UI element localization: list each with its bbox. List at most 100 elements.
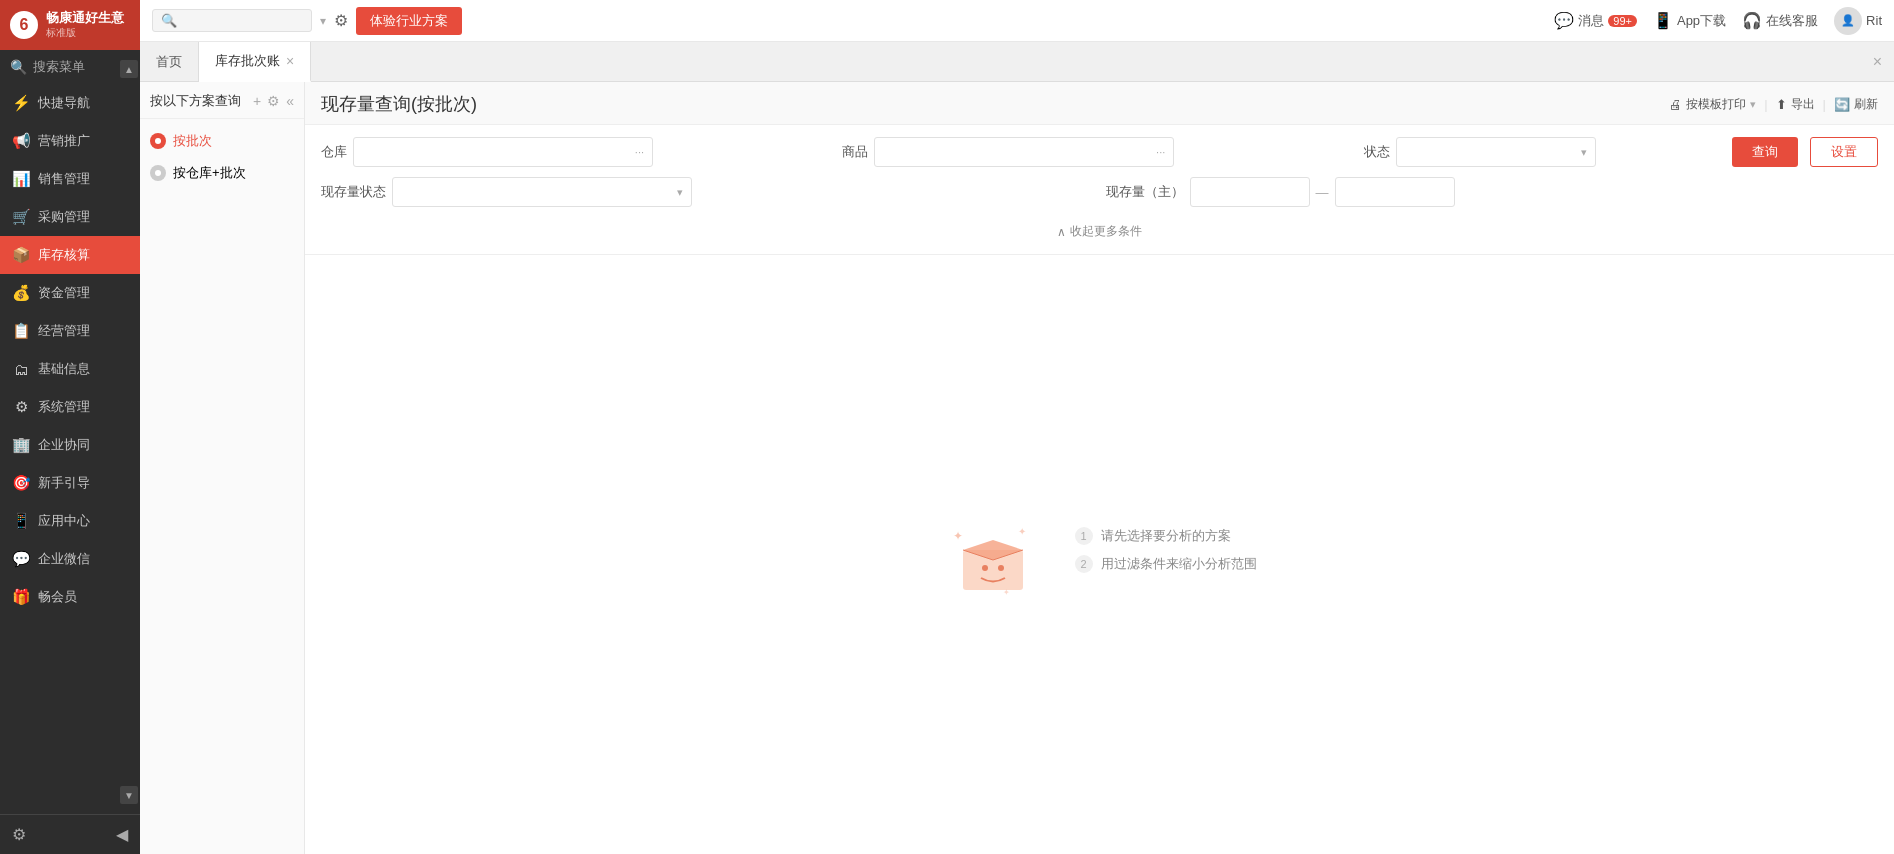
topbar-search-box[interactable]: 🔍 xyxy=(152,9,312,32)
sidebar-item-newguide[interactable]: 🎯 新手引导 xyxy=(0,464,140,502)
refresh-label: 刷新 xyxy=(1854,96,1878,113)
svg-text:✦: ✦ xyxy=(1018,526,1026,537)
empty-hints: 1 请先选择要分析的方案 2 用过滤条件来缩小分析范围 xyxy=(1075,527,1257,583)
scheme-warehouse-batch-label: 按仓库+批次 xyxy=(173,164,246,182)
product-label: 商品 xyxy=(842,143,868,161)
app-download-icon: 📱 xyxy=(1653,11,1673,30)
scheme-collapse-icon[interactable]: « xyxy=(286,93,294,109)
inventory-status-chevron[interactable]: ▾ xyxy=(677,186,683,199)
sidebar-item-label: 库存核算 xyxy=(38,246,90,264)
qty-min-input[interactable] xyxy=(1190,177,1310,207)
sidebar-item-finance[interactable]: 💰 资金管理 xyxy=(0,274,140,312)
online-service-label: 在线客服 xyxy=(1766,12,1818,30)
status-select[interactable]: ▾ xyxy=(1396,137,1596,167)
product-select[interactable]: ··· xyxy=(874,137,1174,167)
page-title-bar: 现存量查询(按批次) 🖨 按模板打印 ▾ | ⬆ 导出 | 🔄 xyxy=(305,82,1894,125)
export-label: 导出 xyxy=(1791,96,1815,113)
inventory-icon: 📦 xyxy=(12,246,30,264)
refresh-btn[interactable]: 🔄 刷新 xyxy=(1834,96,1878,113)
sidebar-item-member[interactable]: 🎁 畅会员 xyxy=(0,578,140,616)
sidebar-item-inventory[interactable]: 📦 库存核算 xyxy=(0,236,140,274)
quicknav-icon: ⚡ xyxy=(12,94,30,112)
sidebar-item-label: 企业微信 xyxy=(38,550,90,568)
sidebar-item-label: 畅会员 xyxy=(38,588,77,606)
sidebar-item-wechat[interactable]: 💬 企业微信 xyxy=(0,540,140,578)
sidebar-item-system[interactable]: ⚙ 系统管理 xyxy=(0,388,140,426)
product-more-icon[interactable]: ··· xyxy=(1156,146,1165,158)
inventory-status-select[interactable]: ▾ xyxy=(392,177,692,207)
collapse-conditions-btn[interactable]: ∧ 收起更多条件 xyxy=(321,217,1878,242)
scheme-item-batch[interactable]: 按批次 xyxy=(140,125,304,157)
sidebar-item-sales[interactable]: 📊 销售管理 xyxy=(0,160,140,198)
user-name: Rit xyxy=(1866,13,1882,28)
empty-hint-1: 1 请先选择要分析的方案 xyxy=(1075,527,1257,545)
sidebar-item-purchase[interactable]: 🛒 采购管理 xyxy=(0,198,140,236)
sidebar-item-enterprise[interactable]: 🏢 企业协同 xyxy=(0,426,140,464)
sidebar-search[interactable]: 🔍 搜索菜单 xyxy=(0,50,140,84)
messages-icon: 💬 xyxy=(1554,11,1574,30)
sidebar-item-label: 采购管理 xyxy=(38,208,90,226)
user-avatar-btn[interactable]: 👤 Rit xyxy=(1834,7,1882,35)
sidebar-item-label: 销售管理 xyxy=(38,170,90,188)
topbar-search-icon: 🔍 xyxy=(161,13,177,28)
experience-btn[interactable]: 体验行业方案 xyxy=(356,7,462,35)
sidebar-item-marketing[interactable]: 📢 营销推广 xyxy=(0,122,140,160)
scheme-settings-icon[interactable]: ⚙ xyxy=(267,93,280,109)
collapse-sidebar-icon[interactable]: ◀ xyxy=(116,825,128,844)
print-icon: 🖨 xyxy=(1669,97,1682,112)
svg-point-0 xyxy=(155,138,161,144)
online-service-btn[interactable]: 🎧 在线客服 xyxy=(1742,11,1818,30)
qty-max-input[interactable] xyxy=(1335,177,1455,207)
status-chevron-icon[interactable]: ▾ xyxy=(1581,146,1587,159)
finance-icon: 💰 xyxy=(12,284,30,302)
warehouse-more-icon[interactable]: ··· xyxy=(635,146,644,158)
topbar-right: 💬 消息 99+ 📱 App下载 🎧 在线客服 👤 Rit xyxy=(1554,7,1882,35)
filter-product-group: 商品 ··· xyxy=(842,137,1351,167)
warehouse-label: 仓库 xyxy=(321,143,347,161)
sidebar-item-operations[interactable]: 📋 经营管理 xyxy=(0,312,140,350)
tab-home[interactable]: 首页 xyxy=(140,42,199,82)
sidebar-footer: ⚙ ◀ xyxy=(0,814,140,854)
filter-row-2: 现存量状态 ▾ 现存量（主） — xyxy=(321,177,1878,207)
sidebar-item-appcenter[interactable]: 📱 应用中心 xyxy=(0,502,140,540)
settings-button[interactable]: 设置 xyxy=(1810,137,1878,167)
settings-icon[interactable]: ⚙ xyxy=(12,825,26,844)
operations-icon: 📋 xyxy=(12,322,30,340)
svg-point-1 xyxy=(155,170,161,176)
sidebar-item-label: 应用中心 xyxy=(38,512,90,530)
scheme-panel-title: 按以下方案查询 xyxy=(150,92,241,110)
sidebar-scroll-down[interactable]: ▼ xyxy=(120,786,138,804)
tabbar: 首页 库存批次账 × × xyxy=(140,42,1894,82)
topbar-search-input[interactable] xyxy=(181,14,301,28)
hint-num-1: 1 xyxy=(1075,527,1093,545)
main-right-area: 现存量查询(按批次) 🖨 按模板打印 ▾ | ⬆ 导出 | 🔄 xyxy=(305,82,1894,854)
filter-status-group: 状态 ▾ xyxy=(1364,137,1720,167)
collapse-text: 收起更多条件 xyxy=(1070,223,1142,240)
query-button[interactable]: 查询 xyxy=(1732,137,1798,167)
scheme-item-warehouse-batch[interactable]: 按仓库+批次 xyxy=(140,157,304,189)
purchase-icon: 🛒 xyxy=(12,208,30,226)
tab-close-icon[interactable]: × xyxy=(286,53,294,69)
tab-home-label: 首页 xyxy=(156,53,182,71)
tab-inventory-batch-label: 库存批次账 xyxy=(215,52,280,70)
warehouse-select[interactable]: ··· xyxy=(353,137,653,167)
export-btn[interactable]: ⬆ 导出 xyxy=(1776,96,1815,113)
sidebar-item-basic[interactable]: 🗂 基础信息 xyxy=(0,350,140,388)
topbar-settings-icon[interactable]: ⚙ xyxy=(334,11,348,30)
tabbar-close-btn[interactable]: × xyxy=(1873,53,1882,71)
print-chevron-icon[interactable]: ▾ xyxy=(1750,98,1756,111)
svg-text:✦: ✦ xyxy=(1003,588,1010,597)
scheme-panel: 按以下方案查询 + ⚙ « 按批次 按仓库 xyxy=(140,82,305,854)
scheme-add-icon[interactable]: + xyxy=(253,93,261,109)
tab-inventory-batch[interactable]: 库存批次账 × xyxy=(199,42,311,82)
sidebar-item-quicknav[interactable]: ⚡ 快捷导航 xyxy=(0,84,140,122)
app-download-btn[interactable]: 📱 App下载 xyxy=(1653,11,1726,30)
user-avatar: 👤 xyxy=(1834,7,1862,35)
print-btn[interactable]: 🖨 按模板打印 ▾ xyxy=(1669,96,1756,113)
page-title-actions: 🖨 按模板打印 ▾ | ⬆ 导出 | 🔄 刷新 xyxy=(1669,96,1878,113)
topbar-dropdown-icon[interactable]: ▾ xyxy=(320,14,326,28)
headset-icon: 🎧 xyxy=(1742,11,1762,30)
sidebar-scroll-up[interactable]: ▲ xyxy=(120,60,138,78)
messages-btn[interactable]: 💬 消息 99+ xyxy=(1554,11,1637,30)
newguide-icon: 🎯 xyxy=(12,474,30,492)
